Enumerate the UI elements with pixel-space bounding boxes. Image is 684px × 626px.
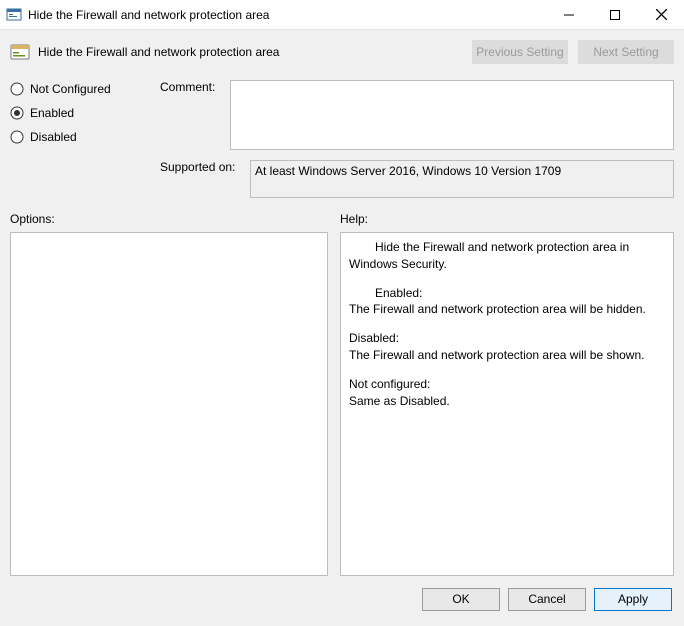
state-radio-group: Not Configured Enabled Disabled <box>10 80 160 198</box>
radio-disabled[interactable]: Disabled <box>10 130 160 144</box>
radio-on-icon <box>10 106 24 120</box>
apply-button[interactable]: Apply <box>594 588 672 611</box>
help-enabled-text: The Firewall and network protection area… <box>349 301 665 318</box>
comment-label: Comment: <box>160 80 224 94</box>
config-fields: Comment: Supported on: <box>160 80 674 198</box>
footer: OK Cancel Apply <box>10 582 674 616</box>
supported-on-label: Supported on: <box>160 160 244 174</box>
minimize-button[interactable] <box>546 0 592 30</box>
help-disabled-heading: Disabled: <box>349 330 665 347</box>
cancel-button[interactable]: Cancel <box>508 588 586 611</box>
help-enabled-heading: Enabled: <box>349 285 665 302</box>
help-label: Help: <box>340 212 674 226</box>
help-notconfigured-text: Same as Disabled. <box>349 393 665 410</box>
next-setting-button[interactable]: Next Setting <box>578 40 674 64</box>
policy-item-icon <box>10 42 30 62</box>
policy-subtitle: Hide the Firewall and network protection… <box>38 45 462 59</box>
ok-button[interactable]: OK <box>422 588 500 611</box>
supported-on-textarea <box>250 160 674 198</box>
policy-editor-icon <box>6 7 22 23</box>
help-pane[interactable]: Hide the Firewall and network protection… <box>340 232 674 576</box>
panes-row: Hide the Firewall and network protection… <box>10 232 674 576</box>
client-area: Hide the Firewall and network protection… <box>0 30 684 626</box>
radio-label: Enabled <box>30 106 74 120</box>
window: Hide the Firewall and network protection… <box>0 0 684 626</box>
section-labels: Options: Help: <box>10 212 674 226</box>
window-title: Hide the Firewall and network protection… <box>28 8 546 22</box>
radio-enabled[interactable]: Enabled <box>10 106 160 120</box>
radio-label: Not Configured <box>30 82 111 96</box>
config-row: Not Configured Enabled Disabled Comment: <box>10 80 674 198</box>
radio-off-icon <box>10 130 24 144</box>
radio-label: Disabled <box>30 130 77 144</box>
help-disabled-text: The Firewall and network protection area… <box>349 347 665 364</box>
header-row: Hide the Firewall and network protection… <box>10 38 674 66</box>
previous-setting-button[interactable]: Previous Setting <box>472 40 568 64</box>
radio-not-configured[interactable]: Not Configured <box>10 82 160 96</box>
radio-off-icon <box>10 82 24 96</box>
help-notconfigured-heading: Not configured: <box>349 376 665 393</box>
options-pane[interactable] <box>10 232 328 576</box>
maximize-button[interactable] <box>592 0 638 30</box>
comment-textarea[interactable] <box>230 80 674 150</box>
close-button[interactable] <box>638 0 684 30</box>
options-label: Options: <box>10 212 340 226</box>
titlebar: Hide the Firewall and network protection… <box>0 0 684 30</box>
help-intro: Hide the Firewall and network protection… <box>349 239 665 273</box>
